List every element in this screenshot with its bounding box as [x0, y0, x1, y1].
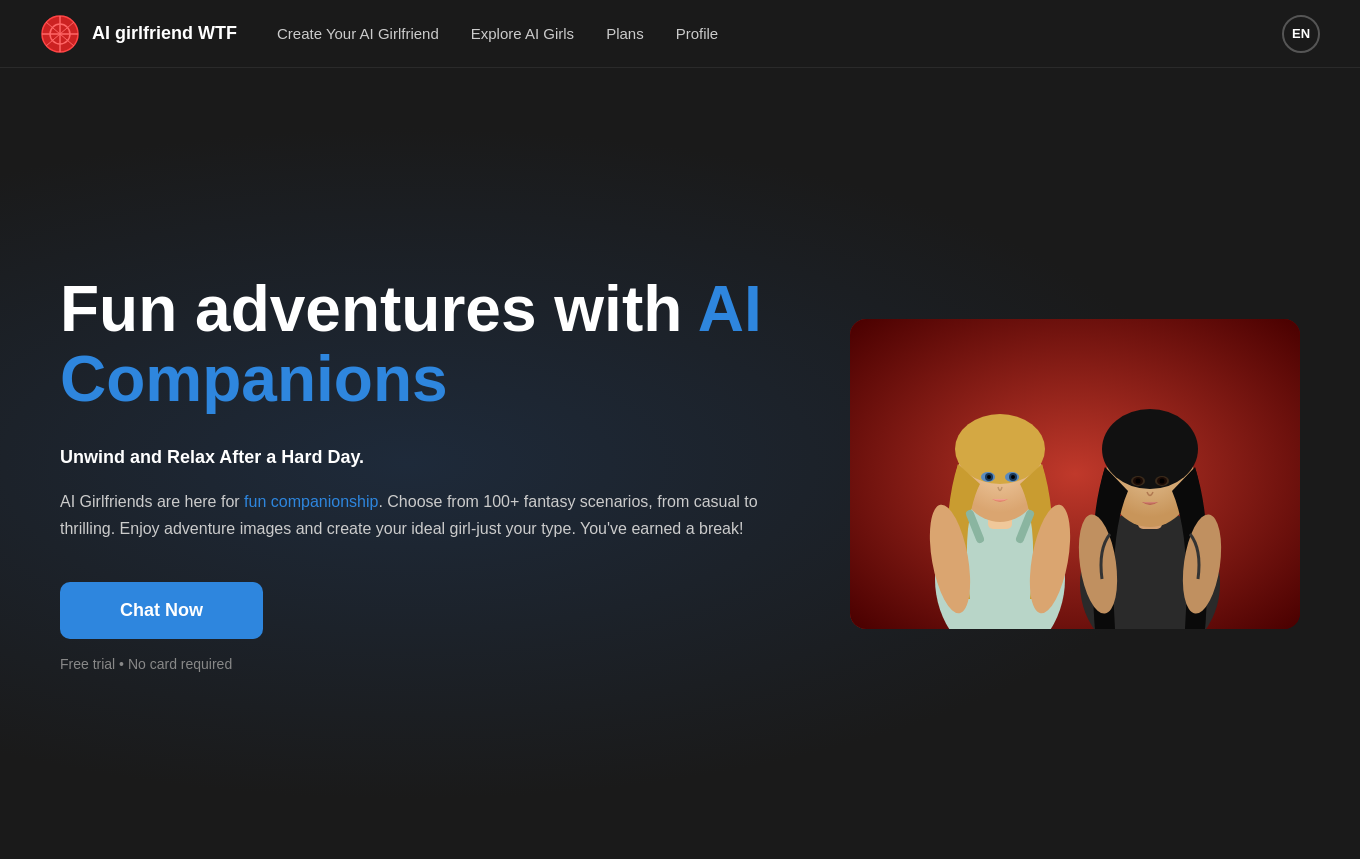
nav-links: Create Your AI Girlfriend Explore AI Gir…: [277, 25, 1282, 42]
hero-desc-part1: AI Girlfriends are here for: [60, 493, 244, 510]
free-trial-text: Free trial • No card required: [60, 656, 232, 672]
svg-point-27: [1136, 478, 1141, 483]
svg-point-22: [1102, 409, 1198, 489]
svg-rect-6: [850, 319, 1300, 629]
svg-point-15: [987, 475, 991, 479]
brand-logo-icon: [40, 14, 80, 54]
language-button[interactable]: EN: [1282, 15, 1320, 53]
nav-explore[interactable]: Explore AI Girls: [471, 25, 574, 42]
hero-description: AI Girlfriends are here for fun companio…: [60, 488, 800, 542]
svg-point-10: [955, 414, 1045, 484]
hero-image: [850, 319, 1300, 629]
chat-now-button[interactable]: Chat Now: [60, 582, 263, 639]
hero-title: Fun adventures with AI Companions: [60, 274, 800, 415]
brand-link[interactable]: AI girlfriend WTF: [40, 14, 237, 54]
hero-title-part1: Fun adventures with: [60, 273, 698, 345]
svg-point-28: [1160, 478, 1165, 483]
navbar: AI girlfriend WTF Create Your AI Girlfri…: [0, 0, 1360, 68]
hero-title-companions: Companions: [60, 343, 448, 415]
hero-content: Fun adventures with AI Companions Unwind…: [60, 274, 840, 673]
cta-container: Chat Now Free trial • No card required: [60, 582, 800, 673]
hero-illustration: [850, 319, 1300, 629]
nav-create[interactable]: Create Your AI Girlfriend: [277, 25, 439, 42]
svg-point-16: [1011, 475, 1015, 479]
hero-subtitle: Unwind and Relax After a Hard Day.: [60, 447, 800, 468]
brand-name: AI girlfriend WTF: [92, 23, 237, 44]
hero-section: Fun adventures with AI Companions Unwind…: [0, 68, 1360, 859]
hero-desc-highlight: fun companionship: [244, 493, 378, 510]
hero-image-bg: [850, 319, 1300, 629]
hero-title-highlight: AI: [698, 273, 762, 345]
nav-profile[interactable]: Profile: [676, 25, 719, 42]
nav-plans[interactable]: Plans: [606, 25, 644, 42]
